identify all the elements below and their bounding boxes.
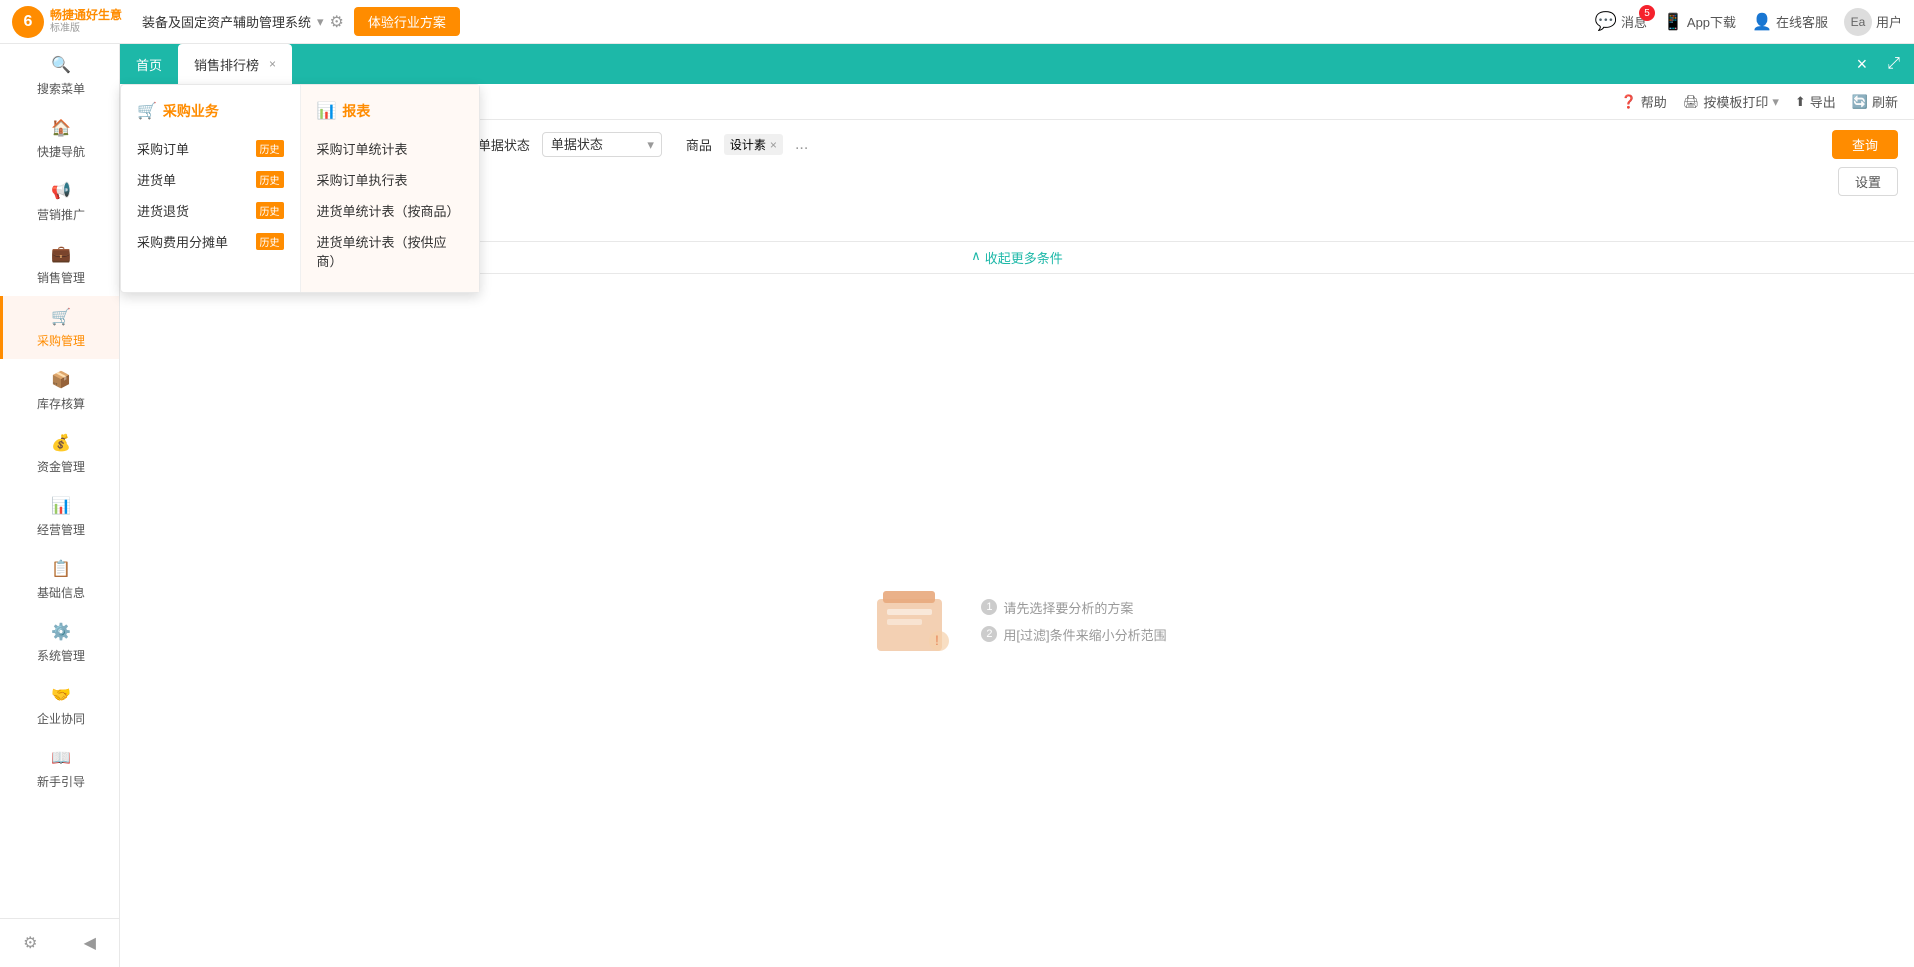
doc-status-select-wrap: 单据状态 <box>542 132 662 157</box>
nav-message[interactable]: 💬 消息 5 <box>1595 11 1647 32</box>
sidebar-item-operations[interactable]: 📊 经营管理 <box>0 485 119 548</box>
phone-icon: 📱 <box>1663 12 1683 32</box>
sidebar-bottom: ⚙ ◀ <box>0 918 119 967</box>
goods-more-btn[interactable]: ... <box>795 136 808 154</box>
dropdown-item-goods-stats-by-product[interactable]: 进货单统计表（按商品） <box>317 195 464 226</box>
doc-status-label: 单据状态 <box>478 135 530 154</box>
home-icon: 🏠 <box>50 117 72 139</box>
export-btn[interactable]: ⬆ 导出 <box>1795 92 1836 111</box>
svg-text:!: ! <box>935 632 939 648</box>
tab-home[interactable]: 首页 <box>120 44 178 84</box>
goods-tag-remove[interactable]: × <box>770 138 777 152</box>
main-content: ! 1 请先选择要分析的方案 2 用[过滤]条件来缩小分析范围 <box>120 274 1914 967</box>
dropdown-item-purchase-order[interactable]: 采购订单 历史 <box>137 133 284 164</box>
sidebar: 🔍 搜索菜单 🏠 快捷导航 📢 营销推广 💼 销售管理 🛒 采购管理 📦 库存核… <box>0 44 120 967</box>
message-badge: 5 <box>1639 5 1655 21</box>
logo-sub: 标准版 <box>50 23 122 35</box>
sidebar-item-finance[interactable]: 💰 资金管理 <box>0 422 119 485</box>
reports-section-icon: 📊 <box>317 101 337 121</box>
empty-svg: ! <box>867 581 957 661</box>
nav-app[interactable]: 📱 App下载 <box>1663 12 1736 32</box>
sidebar-item-guide[interactable]: 📖 新手引导 <box>0 737 119 800</box>
finance-icon: 💰 <box>50 432 72 454</box>
empty-illustration: ! <box>867 581 957 661</box>
goods-label: 商品 <box>686 135 712 154</box>
history-badge-1: 历史 <box>256 171 284 188</box>
sidebar-item-purchase[interactable]: 🛒 采购管理 <box>0 296 119 359</box>
inventory-icon: 📦 <box>50 369 72 391</box>
sidebar-item-sales[interactable]: 💼 销售管理 <box>0 233 119 296</box>
dropdown-reports-title: 📊 报表 <box>317 101 464 121</box>
export-icon: ⬆ <box>1795 94 1806 110</box>
logo-area: 6 畅捷通好生意 标准版 <box>12 6 132 38</box>
history-badge-0: 历史 <box>256 140 284 157</box>
dropdown-item-purchase-expense[interactable]: 采购费用分摊单 历史 <box>137 226 284 257</box>
refresh-btn[interactable]: 🔄 刷新 <box>1852 92 1898 111</box>
sidebar-settings-btn[interactable]: ⚙ <box>15 929 45 957</box>
system-title: 装备及固定资产辅助管理系统 ▾ ⚙ <box>142 12 344 32</box>
settings-icon[interactable]: ⚙ <box>330 12 344 32</box>
header-right: 💬 消息 5 📱 App下载 👤 在线客服 Ea 用户 <box>1595 8 1902 36</box>
dropdown-reports-section: 📊 报表 采购订单统计表 采购订单执行表 进货单统计表（按商品） 进货单统计表（… <box>300 85 480 292</box>
dropdown-purchase-title: 🛒 采购业务 <box>137 101 284 121</box>
dropdown-menu: 🛒 采购业务 采购订单 历史 进货单 历史 进货退货 历史 采购费用分摊单 历史… <box>120 84 480 293</box>
tab-bar-actions: × ⤢ <box>1851 54 1914 75</box>
sidebar-item-corp[interactable]: 🤝 企业协同 <box>0 674 119 737</box>
nav-user[interactable]: Ea 用户 <box>1844 8 1902 36</box>
dropdown-item-goods-stats-by-supplier[interactable]: 进货单统计表（按供应商） <box>317 226 464 276</box>
dropdown-item-goods-receipt[interactable]: 进货单 历史 <box>137 164 284 195</box>
sidebar-item-basic[interactable]: 📋 基础信息 <box>0 548 119 611</box>
sidebar-item-inventory[interactable]: 📦 库存核算 <box>0 359 119 422</box>
settings-btn[interactable]: 设置 <box>1838 167 1898 196</box>
sales-icon: 💼 <box>50 243 72 265</box>
chevron-down-icon[interactable]: ▾ <box>317 14 324 30</box>
sidebar-collapse-btn[interactable]: ◀ <box>76 929 104 957</box>
avatar: Ea <box>1844 8 1872 36</box>
guide-icon: 📖 <box>50 747 72 769</box>
system-icon: ⚙️ <box>50 621 72 643</box>
help-icon: ❓ <box>1621 94 1637 110</box>
basic-icon: 📋 <box>50 558 72 580</box>
query-btn[interactable]: 查询 <box>1832 130 1898 159</box>
purchase-icon: 🛒 <box>50 306 72 328</box>
operations-icon: 📊 <box>50 495 72 517</box>
message-icon: 💬 <box>1595 11 1617 32</box>
logo-icon: 6 <box>12 6 44 38</box>
print-btn[interactable]: 🖨 按模板打印 ▾ <box>1683 92 1779 111</box>
dropdown-item-order-exec[interactable]: 采购订单执行表 <box>317 164 464 195</box>
logo-title: 畅捷通好生意 <box>50 8 122 22</box>
sidebar-item-search[interactable]: 🔍 搜索菜单 <box>0 44 119 107</box>
goods-tag: 设计素 × <box>724 134 783 155</box>
dropdown-item-goods-return[interactable]: 进货退货 历史 <box>137 195 284 226</box>
tab-close-icon[interactable]: × <box>269 57 276 71</box>
tab-bar: 首页 销售排行榜 × × ⤢ <box>120 44 1914 84</box>
dropdown-purchase-section: 🛒 采购业务 采购订单 历史 进货单 历史 进货退货 历史 采购费用分摊单 历史 <box>121 85 300 292</box>
help-btn[interactable]: ❓ 帮助 <box>1621 92 1667 111</box>
industry-btn[interactable]: 体验行业方案 <box>354 7 460 36</box>
history-badge-3: 历史 <box>256 233 284 250</box>
marketing-icon: 📢 <box>50 180 72 202</box>
nav-service[interactable]: 👤 在线客服 <box>1752 12 1828 32</box>
search-icon: 🔍 <box>50 54 72 76</box>
print-chevron-icon: ▾ <box>1772 94 1779 110</box>
top-header: 6 畅捷通好生意 标准版 装备及固定资产辅助管理系统 ▾ ⚙ 体验行业方案 💬 … <box>0 0 1914 44</box>
sidebar-item-quick[interactable]: 🏠 快捷导航 <box>0 107 119 170</box>
tab-sales-ranking[interactable]: 销售排行榜 × <box>178 44 292 84</box>
refresh-icon: 🔄 <box>1852 94 1868 110</box>
purchase-section-icon: 🛒 <box>137 101 157 121</box>
window-close-btn[interactable]: × <box>1851 54 1874 75</box>
dropdown-item-order-stats[interactable]: 采购订单统计表 <box>317 133 464 164</box>
history-badge-2: 历史 <box>256 202 284 219</box>
collapse-icon: ∧ <box>971 248 981 267</box>
service-icon: 👤 <box>1752 12 1772 32</box>
print-icon: 🖨 <box>1683 94 1700 110</box>
corp-icon: 🤝 <box>50 684 72 706</box>
doc-status-select[interactable]: 单据状态 <box>542 132 662 157</box>
window-expand-btn[interactable]: ⤢ <box>1881 55 1906 73</box>
empty-text: 1 请先选择要分析的方案 2 用[过滤]条件来缩小分析范围 <box>981 598 1166 644</box>
sidebar-item-marketing[interactable]: 📢 营销推广 <box>0 170 119 233</box>
sidebar-item-system[interactable]: ⚙️ 系统管理 <box>0 611 119 674</box>
